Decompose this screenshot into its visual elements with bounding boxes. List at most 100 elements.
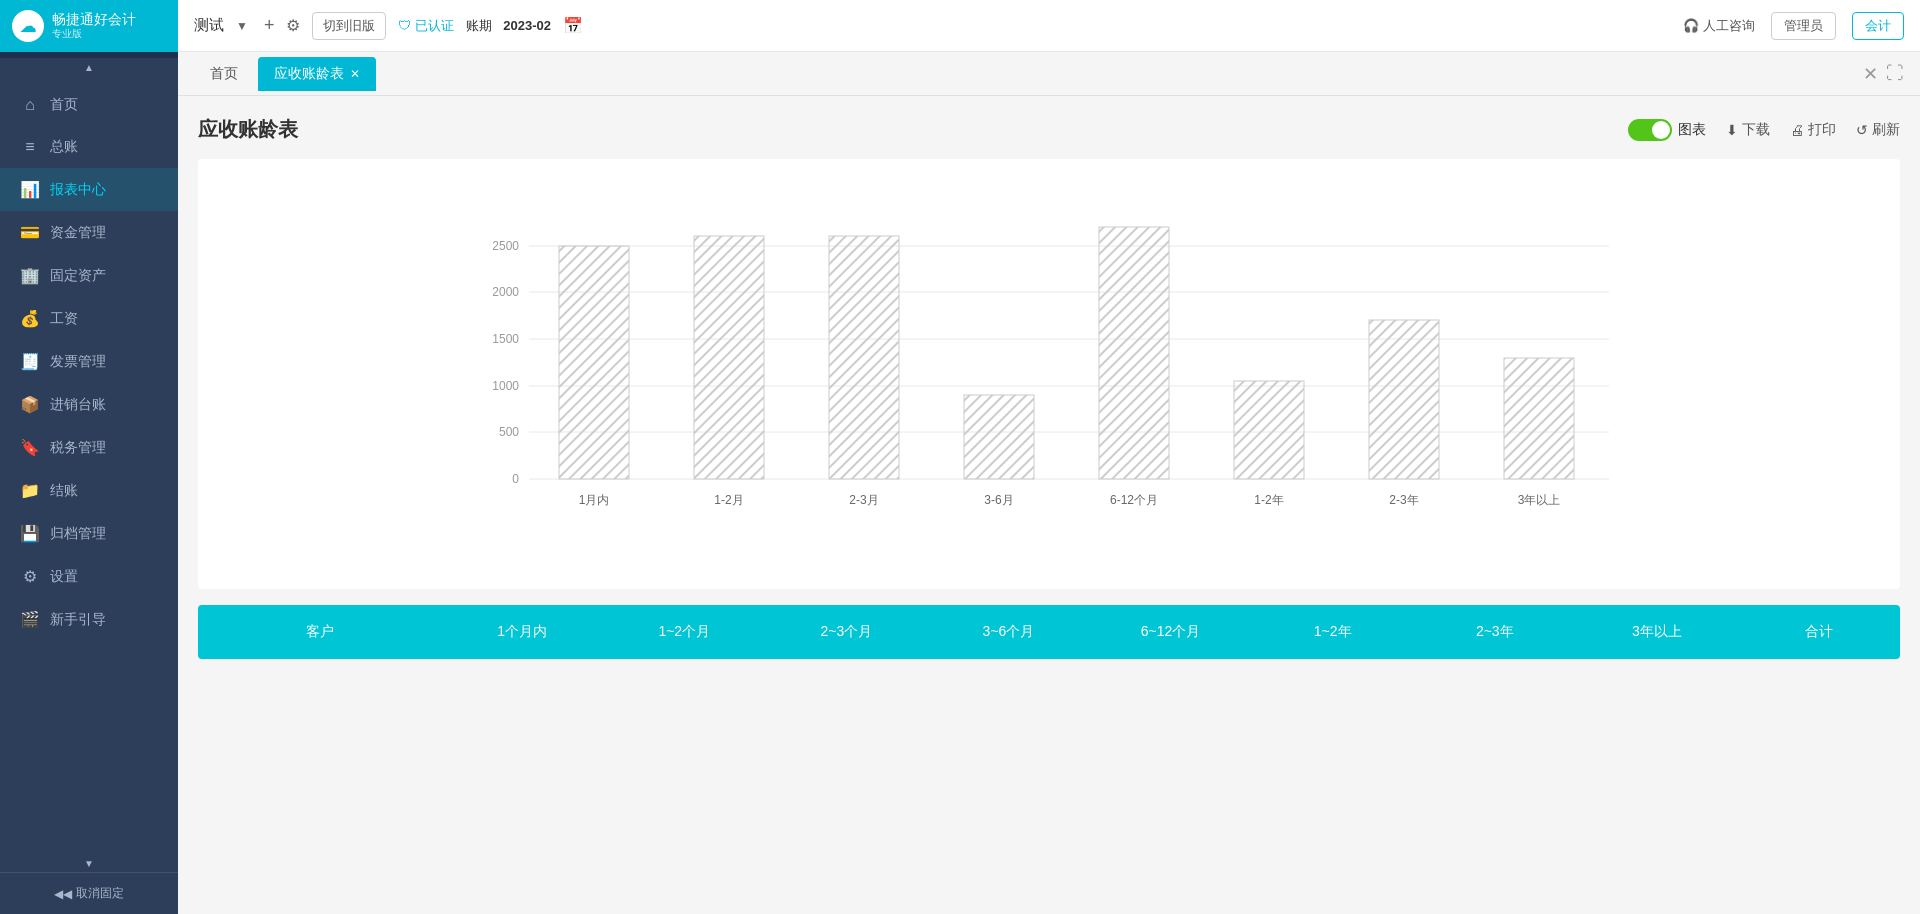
admin-button[interactable]: 管理员 (1771, 12, 1836, 40)
print-label: 打印 (1808, 121, 1836, 139)
table-header-2-3m: 2~3个月 (765, 605, 927, 659)
download-icon: ⬇ (1726, 122, 1738, 138)
tab-home[interactable]: 首页 (194, 57, 254, 91)
project-name: 测试 (194, 16, 224, 35)
sidebar-item-close-label: 结账 (50, 482, 78, 500)
print-button[interactable]: 🖨 打印 (1790, 121, 1836, 139)
sidebar-item-sales[interactable]: 📦 进销台账 (0, 383, 178, 426)
table-header-1-2y: 1~2年 (1252, 605, 1414, 659)
svg-rect-25 (1369, 320, 1439, 479)
print-icon: 🖨 (1790, 122, 1804, 138)
sidebar-item-reports[interactable]: 📊 报表中心 (0, 168, 178, 211)
sidebar-item-assets-label: 固定资产 (50, 267, 106, 285)
svg-rect-21 (1099, 227, 1169, 479)
svg-text:2500: 2500 (492, 239, 519, 253)
refresh-button[interactable]: ↺ 刷新 (1856, 121, 1900, 139)
assets-icon: 🏢 (20, 266, 40, 285)
svg-text:3-6月: 3-6月 (984, 493, 1013, 507)
download-label: 下载 (1742, 121, 1770, 139)
chart-toggle: 图表 (1628, 119, 1706, 141)
period-label: 账期 2023-02 (466, 17, 551, 35)
svg-rect-27 (1504, 358, 1574, 479)
tab-expand-button[interactable]: ⛶ (1886, 63, 1904, 85)
project-dropdown[interactable]: ▼ (236, 19, 248, 33)
table-header-total: 合计 (1738, 605, 1900, 659)
tabs-bar: 首页 应收账龄表 ✕ ✕ ⛶ (178, 52, 1920, 96)
chart-label: 图表 (1678, 121, 1706, 139)
svg-rect-17 (829, 236, 899, 479)
svg-text:1-2月: 1-2月 (714, 493, 743, 507)
content-area: 首页 应收账龄表 ✕ ✕ ⛶ 应收账龄表 图表 (178, 52, 1920, 914)
sidebar-item-tax[interactable]: 🔖 税务管理 (0, 426, 178, 469)
tab-close-button[interactable]: ✕ (1863, 63, 1878, 85)
svg-text:2-3月: 2-3月 (849, 493, 878, 507)
sidebar-item-ledger[interactable]: ≡ 总账 (0, 126, 178, 168)
tabs-right-buttons: ✕ ⛶ (1863, 63, 1904, 85)
page-title: 应收账龄表 (198, 116, 298, 143)
table-header-customer: 客户 (198, 605, 441, 659)
sidebar-item-invoice[interactable]: 🧾 发票管理 (0, 340, 178, 383)
topbar-settings-button[interactable]: ⚙ (286, 16, 300, 35)
svg-text:1-2年: 1-2年 (1254, 493, 1283, 507)
calendar-icon[interactable]: 📅 (563, 16, 583, 35)
sidebar-item-archive[interactable]: 💾 归档管理 (0, 512, 178, 555)
page-content: 应收账龄表 图表 ⬇ 下载 🖨 打印 ↺ (178, 96, 1920, 914)
sidebar-item-close[interactable]: 📁 结账 (0, 469, 178, 512)
table-header: 客户 1个月内 1~2个月 2~3个月 3~6个月 6~12个月 1~2年 2~… (198, 605, 1900, 659)
sidebar-item-ledger-label: 总账 (50, 138, 78, 156)
table-container: 客户 1个月内 1~2个月 2~3个月 3~6个月 6~12个月 1~2年 2~… (198, 605, 1900, 659)
tax-icon: 🔖 (20, 438, 40, 457)
sidebar-nav: ⌂ 首页 ≡ 总账 📊 报表中心 💳 资金管理 🏢 固定资产 💰 工资 🧾 发票… (0, 76, 178, 854)
sidebar: ☁ 畅捷通好会计 专业版 ▲ ⌂ 首页 ≡ 总账 📊 报表中心 💳 资金管理 🏢… (0, 0, 178, 914)
sidebar-item-guide-label: 新手引导 (50, 611, 106, 629)
table-header-6-12m: 6~12个月 (1090, 605, 1252, 659)
svg-rect-15 (694, 236, 764, 479)
page-actions: 图表 ⬇ 下载 🖨 打印 ↺ 刷新 (1628, 119, 1900, 141)
refresh-icon: ↺ (1856, 122, 1868, 138)
table-header-3-6m: 3~6个月 (927, 605, 1089, 659)
page-header: 应收账龄表 图表 ⬇ 下载 🖨 打印 ↺ (198, 116, 1900, 143)
reports-icon: 📊 (20, 180, 40, 199)
sidebar-item-sales-label: 进销台账 (50, 396, 106, 414)
refresh-label: 刷新 (1872, 121, 1900, 139)
close-period-icon: 📁 (20, 481, 40, 500)
svg-rect-13 (559, 246, 629, 479)
sidebar-item-settings[interactable]: ⚙ 设置 (0, 555, 178, 598)
tab-aging-label: 应收账龄表 (274, 65, 344, 83)
consult-button[interactable]: 🎧 人工咨询 (1683, 17, 1755, 35)
ledger-icon: ≡ (20, 138, 40, 156)
logo-icon: ☁ (12, 10, 44, 42)
switch-old-version-button[interactable]: 切到旧版 (312, 12, 386, 40)
accounting-button[interactable]: 会计 (1852, 12, 1904, 40)
logo-title: 畅捷通好会计 (52, 11, 136, 28)
settings-icon: ⚙ (20, 567, 40, 586)
svg-text:2-3年: 2-3年 (1389, 493, 1418, 507)
cancel-fixed-button[interactable]: ◀◀ 取消固定 (0, 872, 178, 914)
svg-text:1月内: 1月内 (579, 493, 610, 507)
salary-icon: 💰 (20, 309, 40, 328)
sidebar-item-guide[interactable]: 🎬 新手引导 (0, 598, 178, 641)
invoice-icon: 🧾 (20, 352, 40, 371)
verified-label: 已认证 (415, 17, 454, 35)
sidebar-item-home[interactable]: ⌂ 首页 (0, 84, 178, 126)
svg-text:2000: 2000 (492, 285, 519, 299)
sidebar-scroll-down[interactable]: ▼ (0, 854, 178, 872)
topbar-right: 🎧 人工咨询 管理员 会计 (1683, 12, 1904, 40)
tab-aging[interactable]: 应收账龄表 ✕ (258, 57, 376, 91)
sidebar-item-archive-label: 归档管理 (50, 525, 106, 543)
svg-text:6-12个月: 6-12个月 (1110, 493, 1158, 507)
archive-icon: 💾 (20, 524, 40, 543)
sidebar-item-funds[interactable]: 💳 资金管理 (0, 211, 178, 254)
tab-close-icon[interactable]: ✕ (350, 67, 360, 81)
sidebar-item-salary[interactable]: 💰 工资 (0, 297, 178, 340)
home-icon: ⌂ (20, 96, 40, 114)
svg-rect-23 (1234, 381, 1304, 479)
svg-text:0: 0 (512, 472, 519, 486)
chart-toggle-switch[interactable] (1628, 119, 1672, 141)
sidebar-item-assets[interactable]: 🏢 固定资产 (0, 254, 178, 297)
download-button[interactable]: ⬇ 下载 (1726, 121, 1770, 139)
add-project-button[interactable]: + (264, 15, 275, 36)
sidebar-logo: ☁ 畅捷通好会计 专业版 (0, 0, 178, 52)
table-header-1m: 1个月内 (441, 605, 603, 659)
sidebar-item-tax-label: 税务管理 (50, 439, 106, 457)
